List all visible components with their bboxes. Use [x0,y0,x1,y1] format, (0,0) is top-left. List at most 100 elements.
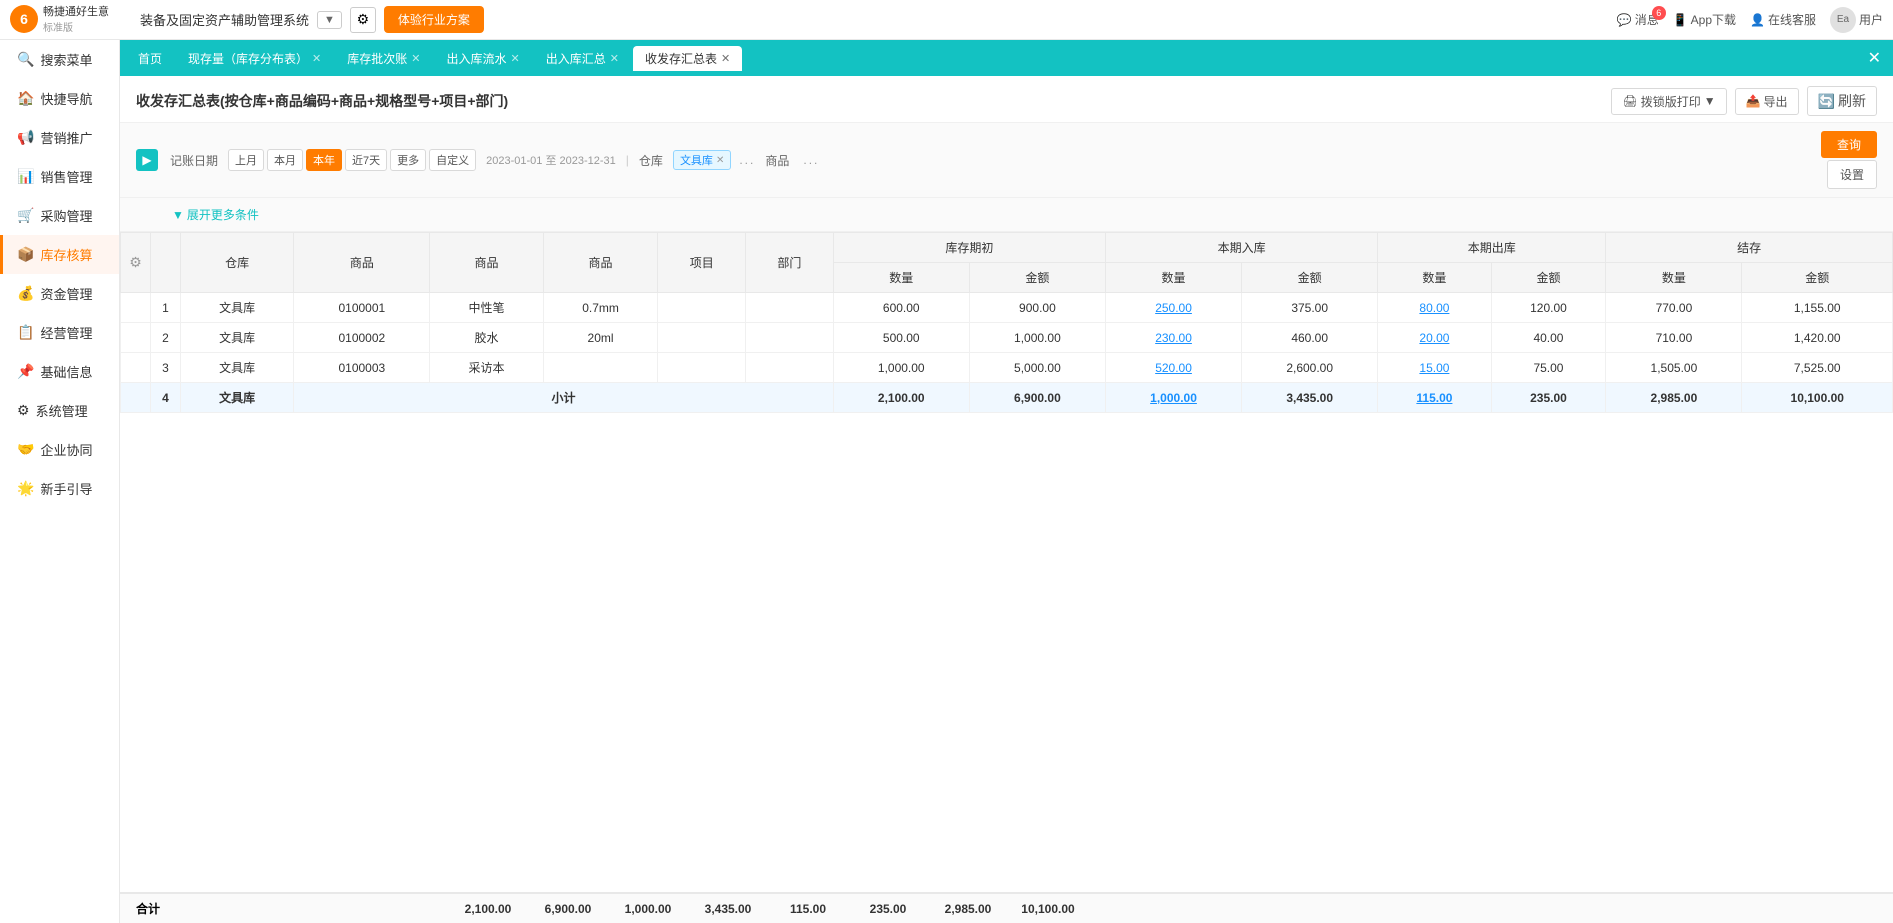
sidebar-item-inventory[interactable]: 📦 库存核算 [0,235,119,274]
sidebar-item-finance[interactable]: 💰 资金管理 [0,274,119,313]
sidebar-item-enterprise[interactable]: 🤝 企业协同 [0,430,119,469]
row-out-qty-2[interactable]: 15.00 [1378,353,1491,383]
message-button[interactable]: 💬 消息 6 [1617,11,1659,28]
home-icon: 🏠 [17,90,34,107]
sidebar-item-system-label: 系统管理 [36,401,88,420]
enterprise-icon: 🤝 [17,441,34,458]
user-area[interactable]: Ea 用户 [1830,7,1883,33]
tab-recv-send-summary-close[interactable]: ✕ [721,52,730,65]
row-name-2: 采访本 [430,353,543,383]
filter-bar: ▶ 记账日期 上月 本月 本年 近7天 更多 自定义 2023-01-01 至 … [120,123,1893,198]
system-dropdown-button[interactable]: ▼ [317,11,342,29]
close-all-tabs-button[interactable]: ✕ [1862,50,1887,67]
tab-inout-flow[interactable]: 出入库流水 ✕ [434,46,531,71]
tab-inout-flow-close[interactable]: ✕ [511,52,520,65]
row-spec-0: 0.7mm [543,293,658,323]
sidebar-item-guide[interactable]: 🌟 新手引导 [0,469,119,508]
date-btn-last-month[interactable]: 上月 [228,149,264,171]
sidebar: 🔍 搜索菜单 🏠 快捷导航 📢 营销推广 📊 销售管理 🛒 采购管理 📦 库存核… [0,40,120,923]
warehouse-filter-dots[interactable]: ... [739,153,755,167]
service-button[interactable]: 👤 在线客服 [1750,11,1816,28]
filter-toggle-button[interactable]: ▶ [136,149,158,171]
sidebar-item-inventory-label: 库存核算 [40,245,92,264]
subtotal-out-qty[interactable]: 115.00 [1378,383,1491,413]
app-download-button[interactable]: 📱 App下载 [1673,11,1736,28]
print-dropdown-icon: ▼ [1704,94,1716,108]
footer-in-qty: 1,000.00 [608,902,688,916]
refresh-button[interactable]: 🔄 刷新 [1807,86,1877,116]
subtotal-row: 4 文具库 小计 2,100.00 6,900.00 1,000.00 3,43… [121,383,1893,413]
tab-inout-summary-close[interactable]: ✕ [610,52,619,65]
tab-batch-account[interactable]: 库存批次账 ✕ [335,46,432,71]
row-out-amt-2: 75.00 [1491,353,1606,383]
subtotal-in-amt: 3,435.00 [1242,383,1378,413]
row-in-qty-2[interactable]: 520.00 [1105,353,1241,383]
sidebar-item-marketing[interactable]: 📢 营销推广 [0,118,119,157]
table-container[interactable]: ⚙ 仓库 商品 商品 商品 项目 部门 库存期初 本期入库 本期出库 结存 [120,232,1893,892]
tab-inventory-dist-close[interactable]: ✕ [312,52,321,65]
date-btn-more[interactable]: 更多 [390,149,426,171]
row-out-qty-0[interactable]: 80.00 [1378,293,1491,323]
row-balance-qty-0: 770.00 [1606,293,1742,323]
warehouse-tag-close[interactable]: ✕ [716,155,724,166]
subtotal-in-qty[interactable]: 1,000.00 [1105,383,1241,413]
sidebar-item-sales[interactable]: 📊 销售管理 [0,157,119,196]
page-actions: 🖨 拨锁版打印 ▼ 📤 导出 🔄 刷新 [1611,86,1877,116]
row-in-qty-0[interactable]: 250.00 [1105,293,1241,323]
sidebar-item-guide-label: 新手引导 [40,479,92,498]
subtotal-settings [121,383,151,413]
tab-inventory-dist[interactable]: 现存量（库存分布表） ✕ [176,46,333,71]
row-out-qty-1[interactable]: 20.00 [1378,323,1491,353]
footer-out-amt: 235.00 [848,902,928,916]
row-opening-qty-1: 500.00 [833,323,969,353]
print-label: 拨锁版打印 [1641,93,1701,110]
tab-home[interactable]: 首页 [126,46,174,71]
sidebar-item-operations[interactable]: 📋 经营管理 [0,313,119,352]
tab-inout-summary[interactable]: 出入库汇总 ✕ [534,46,631,71]
goods-filter-dots[interactable]: ... [803,153,819,167]
sidebar-item-quick-nav[interactable]: 🏠 快捷导航 [0,79,119,118]
date-btn-custom[interactable]: 自定义 [429,149,476,171]
table-row: 1 文具库 0100001 中性笔 0.7mm 600.00 900.00 25… [121,293,1893,323]
col-opening-qty-header: 数量 [833,263,969,293]
query-button[interactable]: 查询 [1821,131,1877,158]
row-balance-qty-2: 1,505.00 [1606,353,1742,383]
tab-recv-send-summary-label: 收发存汇总表 [645,50,717,67]
date-btn-7days[interactable]: 近7天 [345,149,387,171]
operations-icon: 📋 [17,324,34,341]
table-settings-icon[interactable]: ⚙ [129,254,142,270]
tab-batch-account-close[interactable]: ✕ [411,52,420,65]
subtotal-out-amt: 235.00 [1491,383,1606,413]
sidebar-item-base-info[interactable]: 📌 基础信息 [0,352,119,391]
trial-button[interactable]: 体验行业方案 [384,6,484,33]
row-in-qty-1[interactable]: 230.00 [1105,323,1241,353]
sidebar-item-system[interactable]: ⚙ 系统管理 [0,391,119,430]
expand-conditions-button[interactable]: ▼ 展开更多条件 [172,202,259,227]
col-settings-header: ⚙ [121,233,151,293]
date-btn-this-month[interactable]: 本月 [267,149,303,171]
main-layout: 🔍 搜索菜单 🏠 快捷导航 📢 营销推广 📊 销售管理 🛒 采购管理 📦 库存核… [0,40,1893,923]
subtotal-opening-amt: 6,900.00 [969,383,1105,413]
table-row: 3 文具库 0100003 采访本 1,000.00 5,000.00 520.… [121,353,1893,383]
col-opening-amt-header: 金额 [969,263,1105,293]
row-out-amt-0: 120.00 [1491,293,1606,323]
row-dept-0 [746,293,834,323]
export-button[interactable]: 📤 导出 [1735,88,1799,115]
subtotal-balance-amt: 10,100.00 [1742,383,1893,413]
row-name-0: 中性笔 [430,293,543,323]
settings-button[interactable]: ⚙ [350,7,376,33]
sidebar-item-search[interactable]: 🔍 搜索菜单 [0,40,119,79]
app-icon: 📱 [1673,13,1688,27]
filter-setting-button[interactable]: 设置 [1827,160,1877,189]
footer-balance-qty: 2,985.00 [928,902,1008,916]
goods-label: 商品 [765,152,789,169]
date-btn-this-year[interactable]: 本年 [306,149,342,171]
finance-icon: 💰 [17,285,34,302]
sidebar-item-search-label: 搜索菜单 [40,50,92,69]
sidebar-item-purchase[interactable]: 🛒 采购管理 [0,196,119,235]
col-code-header: 商品 [294,233,430,293]
footer-out-qty: 115.00 [768,902,848,916]
col-project-header: 项目 [658,233,746,293]
tab-recv-send-summary[interactable]: 收发存汇总表 ✕ [633,46,742,71]
print-button[interactable]: 🖨 拨锁版打印 ▼ [1611,88,1726,115]
